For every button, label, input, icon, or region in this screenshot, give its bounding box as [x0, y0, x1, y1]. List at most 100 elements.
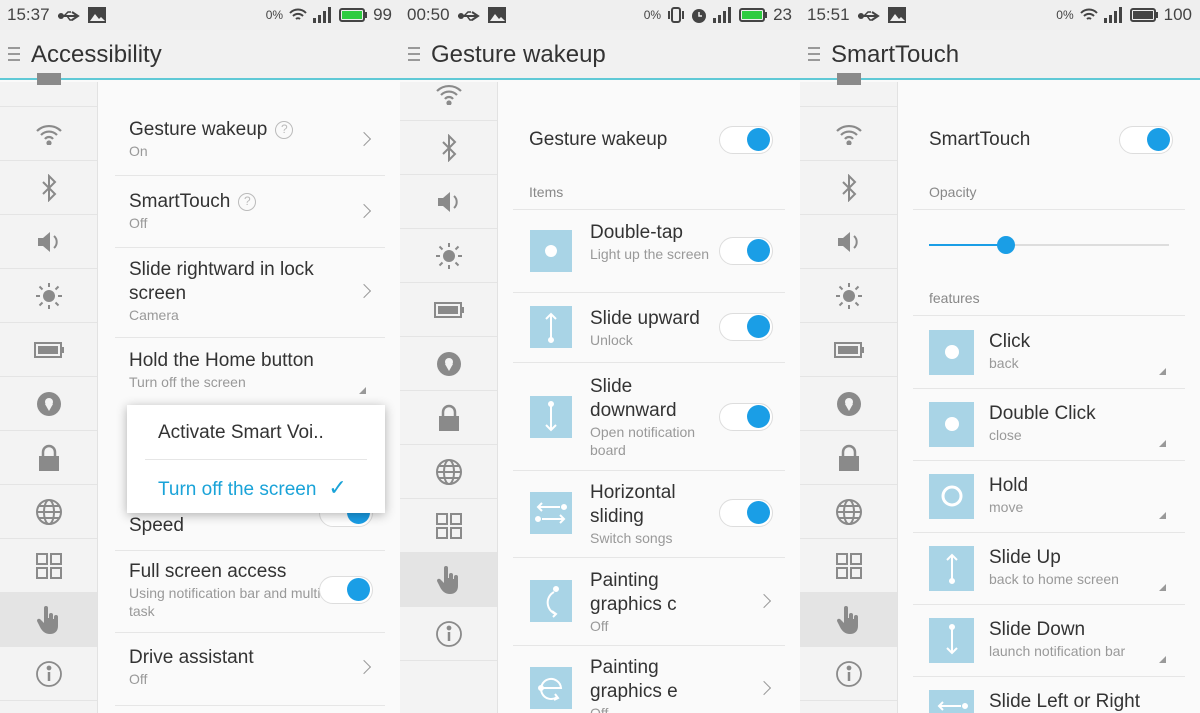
- gesture-row[interactable]: Horizontal sliding Switch songs: [590, 481, 715, 547]
- divider: [913, 604, 1185, 605]
- sidebar-item-brightness[interactable]: [800, 269, 897, 323]
- sidebar-item-sim[interactable]: [800, 53, 897, 107]
- wifi-icon: [289, 8, 307, 22]
- chevron-right-icon[interactable]: [756, 593, 772, 609]
- sidebar-item-bluetooth[interactable]: [0, 161, 97, 215]
- dropdown-option[interactable]: Turn off the screen ✓: [158, 475, 347, 501]
- gesture-row[interactable]: Slide Down launch notification bar: [989, 618, 1179, 660]
- slider-thumb[interactable]: [996, 236, 1015, 254]
- sidebar-item-bluetooth[interactable]: [800, 161, 897, 215]
- sidebar-item-hand[interactable]: [400, 553, 497, 607]
- sidebar-item-volume[interactable]: [400, 175, 497, 229]
- screen-3: 15:51 0% 100 SmartTouch SmartTouch Opacity f…: [800, 0, 1200, 713]
- gesture-toggle[interactable]: [719, 313, 773, 341]
- sidebar-item-apps[interactable]: [400, 499, 497, 553]
- gesture-toggle[interactable]: [719, 237, 773, 265]
- slide-down-icon: [929, 617, 974, 663]
- chevron-right-icon[interactable]: [356, 203, 372, 219]
- gesture-toggle[interactable]: [719, 403, 773, 431]
- option-label: Activate Smart Voi..: [158, 422, 324, 443]
- sidebar-item-location[interactable]: [800, 377, 897, 431]
- usb-icon: [458, 7, 480, 27]
- volume-icon: [435, 190, 463, 214]
- divider: [115, 247, 385, 248]
- gesture-toggle[interactable]: [719, 499, 773, 527]
- gesture-row[interactable]: Painting graphics e Off: [590, 656, 715, 713]
- sidebar-item-hand[interactable]: [800, 593, 897, 647]
- gesture-title: Painting graphics c: [590, 570, 677, 615]
- chevron-right-icon[interactable]: [356, 131, 372, 147]
- gesture-row[interactable]: Painting graphics c Off: [590, 569, 715, 635]
- gesture-row[interactable]: Slide downward Open notification board: [590, 375, 715, 459]
- dropdown-indicator-icon[interactable]: [1159, 368, 1166, 375]
- data-rate: 0%: [265, 8, 284, 22]
- sidebar-item-volume[interactable]: [800, 215, 897, 269]
- setting-row[interactable]: Slide rightward in lock screen Camera: [129, 258, 334, 324]
- vibrate-icon: [667, 7, 685, 23]
- gesture-row[interactable]: Slide Up back to home screen: [989, 546, 1179, 588]
- help-icon[interactable]: ?: [275, 121, 294, 139]
- setting-row[interactable]: Gesture wakeup? On: [129, 118, 349, 160]
- menu-icon[interactable]: [408, 47, 420, 65]
- divider: [145, 459, 367, 460]
- chevron-right-icon[interactable]: [356, 283, 372, 299]
- setting-toggle[interactable]: [319, 576, 373, 604]
- chevron-right-icon[interactable]: [756, 680, 772, 696]
- sidebar-item-lock[interactable]: [400, 391, 497, 445]
- dropdown-indicator-icon[interactable]: [1159, 656, 1166, 663]
- sidebar-item-info[interactable]: [800, 647, 897, 701]
- sidebar-item-lock[interactable]: [800, 431, 897, 485]
- hand-icon: [36, 605, 62, 635]
- help-icon[interactable]: ?: [238, 193, 257, 211]
- sidebar-item-sim[interactable]: [0, 53, 97, 107]
- sidebar-item-location[interactable]: [0, 377, 97, 431]
- sidebar-item-info[interactable]: [0, 647, 97, 701]
- sidebar-item-location[interactable]: [400, 337, 497, 391]
- sidebar-item-info[interactable]: [400, 607, 497, 661]
- setting-row[interactable]: Hold the Home button Turn off the screen: [129, 349, 349, 391]
- setting-row[interactable]: Full screen access Using notification ba…: [129, 560, 349, 620]
- dropdown-indicator-icon[interactable]: [359, 387, 366, 394]
- dropdown-option[interactable]: Activate Smart Voi..: [158, 422, 324, 444]
- gesture-row[interactable]: Slide upward Unlock: [590, 307, 715, 349]
- master-toggle[interactable]: [1119, 126, 1173, 154]
- setting-row[interactable]: Speed: [129, 514, 349, 538]
- opacity-slider[interactable]: [929, 236, 1169, 254]
- gesture-row[interactable]: Double Click close: [989, 402, 1179, 444]
- sidebar-item-volume[interactable]: [0, 215, 97, 269]
- sidebar-item-wifi[interactable]: [400, 67, 497, 121]
- sidebar-item-wifi[interactable]: [800, 107, 897, 161]
- gesture-row[interactable]: Hold move: [989, 474, 1179, 516]
- dropdown-indicator-icon[interactable]: [1159, 512, 1166, 519]
- setting-title: Slide rightward in lock screen: [129, 259, 314, 304]
- master-toggle[interactable]: [719, 126, 773, 154]
- sidebar-item-apps[interactable]: [800, 539, 897, 593]
- hold-icon: [929, 473, 974, 519]
- sidebar-item-battery[interactable]: [400, 283, 497, 337]
- setting-title: Speed: [129, 515, 184, 536]
- sidebar-item-hand[interactable]: [0, 593, 97, 647]
- sidebar-item-bluetooth[interactable]: [400, 121, 497, 175]
- chevron-right-icon[interactable]: [356, 659, 372, 675]
- sidebar-item-globe[interactable]: [400, 445, 497, 499]
- setting-row[interactable]: SmartTouch? Off: [129, 190, 349, 232]
- sidebar-item-brightness[interactable]: [400, 229, 497, 283]
- sidebar-item-battery[interactable]: [0, 323, 97, 377]
- setting-subtitle: Off: [129, 215, 148, 231]
- setting-row[interactable]: Drive assistant Off: [129, 646, 349, 688]
- sidebar-item-battery[interactable]: [800, 323, 897, 377]
- sidebar-item-lock[interactable]: [0, 431, 97, 485]
- sidebar-item-globe[interactable]: [800, 485, 897, 539]
- dropdown-indicator-icon[interactable]: [1159, 584, 1166, 591]
- gesture-row[interactable]: Slide Left or Right: [989, 690, 1179, 713]
- sidebar-item-brightness[interactable]: [0, 269, 97, 323]
- sidebar-item-apps[interactable]: [0, 539, 97, 593]
- usb-icon: [58, 7, 80, 27]
- gesture-row[interactable]: Double-tap Light up the screen: [590, 221, 715, 263]
- sidebar-item-globe[interactable]: [0, 485, 97, 539]
- sidebar-item-wifi[interactable]: [0, 107, 97, 161]
- divider: [115, 337, 385, 338]
- screen-2: 00:50 0% 23 Gesture wakeup Gesture wakeup I…: [400, 0, 800, 713]
- dropdown-indicator-icon[interactable]: [1159, 440, 1166, 447]
- gesture-row[interactable]: Click back: [989, 330, 1179, 372]
